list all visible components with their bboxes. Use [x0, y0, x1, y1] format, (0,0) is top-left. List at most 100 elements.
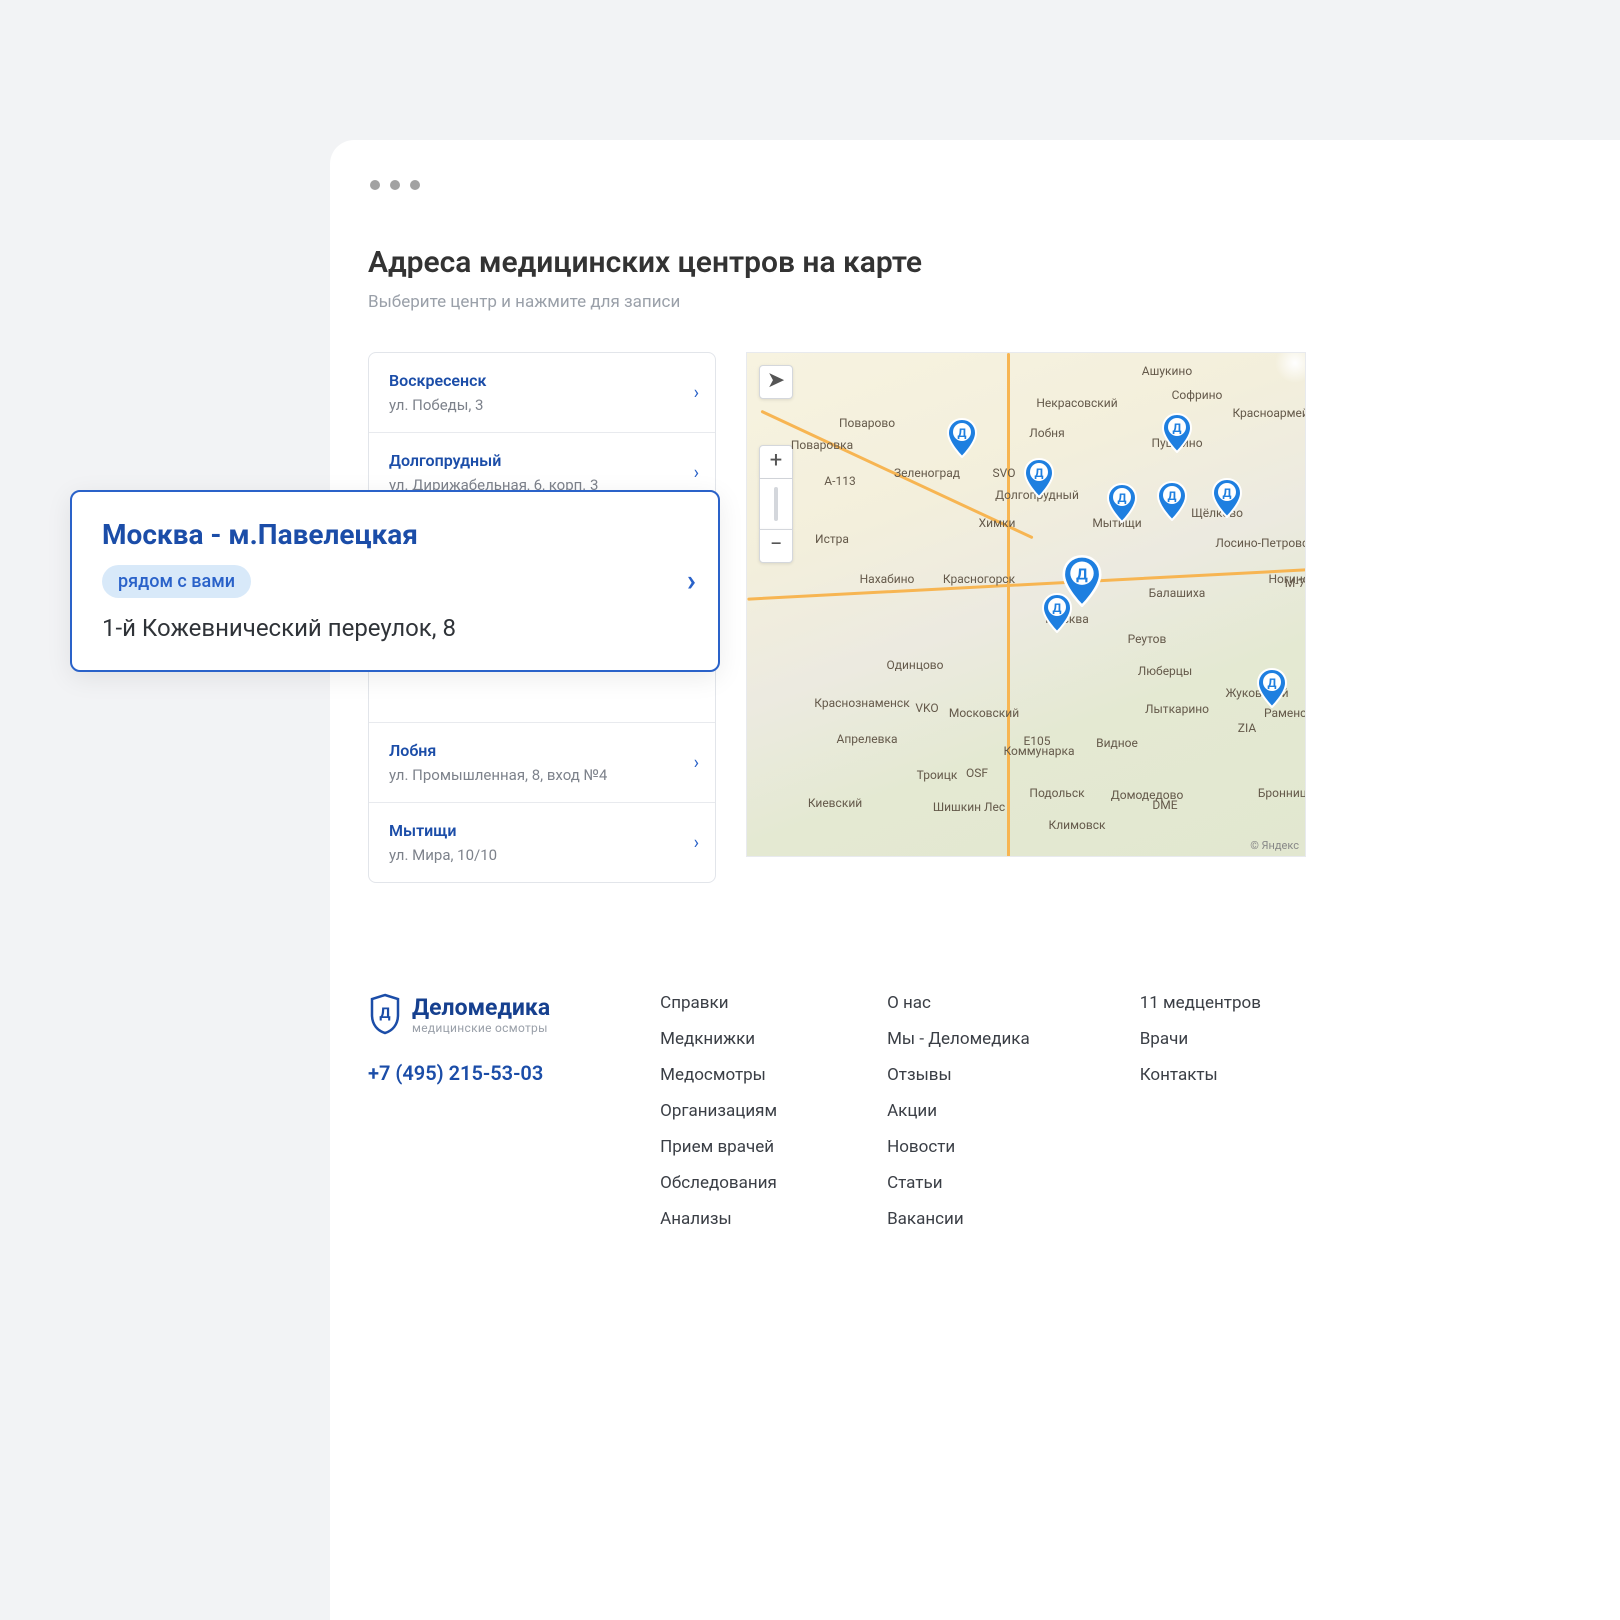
footer-phone[interactable]: +7 (495) 215-53-03: [368, 1061, 550, 1085]
shield-icon: Д: [368, 993, 402, 1035]
footer-link[interactable]: Врачи: [1140, 1029, 1261, 1049]
featured-address: 1-й Кожевнический переулок, 8: [102, 614, 688, 642]
map-zoom-in-button[interactable]: +: [759, 445, 793, 479]
footer-link[interactable]: Анализы: [660, 1209, 777, 1229]
page-subtitle: Выберите центр и нажмите для записи: [368, 292, 1620, 312]
map-city-label: Софрино: [1172, 388, 1223, 402]
list-item[interactable]: Воскресенск ул. Победы, 3 ›: [369, 353, 715, 433]
window-traffic-lights: [370, 180, 1620, 190]
map-city-label: Поваровка: [791, 438, 853, 452]
center-address: ул. Мира, 10/10: [389, 846, 675, 864]
featured-center-card[interactable]: Москва - м.Павелецкая рядом с вами 1-й К…: [70, 490, 720, 672]
footer: Д Деломедика медицинские осмотры +7 (495…: [368, 993, 1620, 1229]
footer-link[interactable]: Новости: [887, 1137, 1030, 1157]
chevron-right-icon: ›: [694, 382, 699, 403]
svg-text:Д: Д: [379, 1004, 390, 1022]
brand-name: Деломедика: [412, 994, 550, 1021]
map-city-label: Киевский: [808, 796, 862, 810]
featured-title: Москва - м.Павелецкая: [102, 518, 688, 551]
map-city-label: Нахабино: [860, 572, 915, 586]
footer-link[interactable]: Справки: [660, 993, 777, 1013]
map-city-label: Лосино-Петровский: [1215, 536, 1306, 550]
footer-brand: Д Деломедика медицинские осмотры +7 (495…: [368, 993, 550, 1085]
near-you-badge: рядом с вами: [102, 565, 251, 598]
center-name: Лобня: [389, 741, 675, 760]
map-zoom-slider[interactable]: [759, 479, 793, 529]
footer-link[interactable]: Медкнижки: [660, 1029, 777, 1049]
svg-text:Д: Д: [1173, 421, 1182, 435]
chevron-right-icon: ›: [694, 462, 699, 483]
footer-col-1: Справки Медкнижки Медосмотры Организациям Пр…: [660, 993, 777, 1229]
map-city-label: Реутов: [1128, 632, 1167, 646]
map-city-label: A-113: [824, 474, 855, 488]
svg-text:Д: Д: [1076, 566, 1088, 584]
map-locate-button[interactable]: ➤: [759, 365, 793, 399]
svg-text:Д: Д: [958, 426, 967, 440]
footer-link[interactable]: Организациям: [660, 1101, 777, 1121]
svg-text:Д: Д: [1118, 491, 1127, 505]
map-city-label: Красноармейск: [1232, 406, 1306, 420]
map-pin-icon[interactable]: Д: [946, 418, 978, 458]
footer-link[interactable]: Акции: [887, 1101, 1030, 1121]
svg-text:Д: Д: [1053, 601, 1062, 615]
map-city-label: Красногорск: [943, 572, 1015, 586]
map-pin-icon[interactable]: Д: [1023, 458, 1055, 498]
svg-text:Д: Д: [1223, 486, 1232, 500]
center-name: Воскресенск: [389, 371, 675, 390]
map-city-label: E105: [1023, 734, 1050, 748]
app-window: Адреса медицинских центров на карте Выбе…: [330, 140, 1620, 1620]
footer-link[interactable]: Медосмотры: [660, 1065, 777, 1085]
footer-col-2: О нас Мы - Деломедика Отзывы Акции Новости Ст…: [887, 993, 1030, 1229]
footer-link[interactable]: О нас: [887, 993, 1030, 1013]
page-content: Адреса медицинских центров на карте Выбе…: [368, 245, 1620, 1229]
map-city-label: SVO: [993, 466, 1016, 480]
svg-text:Д: Д: [1268, 676, 1277, 690]
map-city-label: Ашукино: [1142, 364, 1192, 378]
map-city-label: Апрелевка: [836, 732, 897, 746]
map-city-label: Краснознаменск: [814, 696, 909, 710]
map-city-label: Климовск: [1049, 818, 1106, 832]
map-city-label: Балашиха: [1149, 586, 1206, 600]
map-city-label: OSF: [966, 766, 988, 780]
center-address: ул. Победы, 3: [389, 396, 675, 414]
map-city-label: Шишкин Лес: [933, 800, 1005, 814]
map-city-label: Поварово: [839, 416, 895, 430]
map-pin-icon[interactable]: Д: [1156, 481, 1188, 521]
map-city-label: Троицк: [917, 768, 958, 782]
footer-link[interactable]: Отзывы: [887, 1065, 1030, 1085]
footer-link[interactable]: Прием врачей: [660, 1137, 777, 1157]
map-city-label: Одинцово: [886, 658, 943, 672]
map-city-label: Видное: [1096, 736, 1138, 750]
map-pin-icon[interactable]: Д: [1256, 668, 1288, 708]
map-city-label: DME: [1152, 798, 1177, 812]
map-city-label: Лобня: [1029, 426, 1064, 440]
map-attribution: © Яндекс: [1250, 839, 1299, 852]
chevron-right-icon: ›: [687, 564, 696, 599]
chevron-right-icon: ›: [694, 832, 699, 853]
footer-link[interactable]: 11 медцентров: [1140, 993, 1261, 1013]
map-city-label: Люберцы: [1138, 664, 1192, 678]
map-city-label: Московский: [949, 706, 1019, 720]
map[interactable]: ➤ + − © Яндекс ЗеленоградХимкиИстраНахаб…: [746, 352, 1306, 857]
map-zoom-out-button[interactable]: −: [759, 529, 793, 563]
map-pin-icon[interactable]: Д: [1041, 593, 1073, 633]
map-city-label: M-7: [1285, 576, 1306, 590]
map-glare: [1275, 352, 1306, 383]
chevron-right-icon: ›: [694, 752, 699, 773]
list-item[interactable]: Лобня ул. Промышленная, 8, вход №4 ›: [369, 723, 715, 803]
map-pin-icon[interactable]: Д: [1106, 483, 1138, 523]
footer-link[interactable]: Мы - Деломедика: [887, 1029, 1030, 1049]
footer-link[interactable]: Статьи: [887, 1173, 1030, 1193]
map-pin-icon[interactable]: Д: [1161, 413, 1193, 453]
footer-col-3: 11 медцентров Врачи Контакты: [1140, 993, 1261, 1085]
map-city-label: Зеленоград: [894, 466, 960, 480]
footer-link[interactable]: Вакансии: [887, 1209, 1030, 1229]
map-city-label: Истра: [815, 532, 849, 546]
footer-link[interactable]: Контакты: [1140, 1065, 1261, 1085]
map-city-label: ZIA: [1238, 721, 1256, 735]
map-city-label: Подольск: [1029, 786, 1084, 800]
map-city-label: Бронницы: [1258, 786, 1306, 800]
map-pin-icon[interactable]: Д: [1211, 478, 1243, 518]
footer-link[interactable]: Обследования: [660, 1173, 777, 1193]
list-item[interactable]: Мытищи ул. Мира, 10/10 ›: [369, 803, 715, 882]
